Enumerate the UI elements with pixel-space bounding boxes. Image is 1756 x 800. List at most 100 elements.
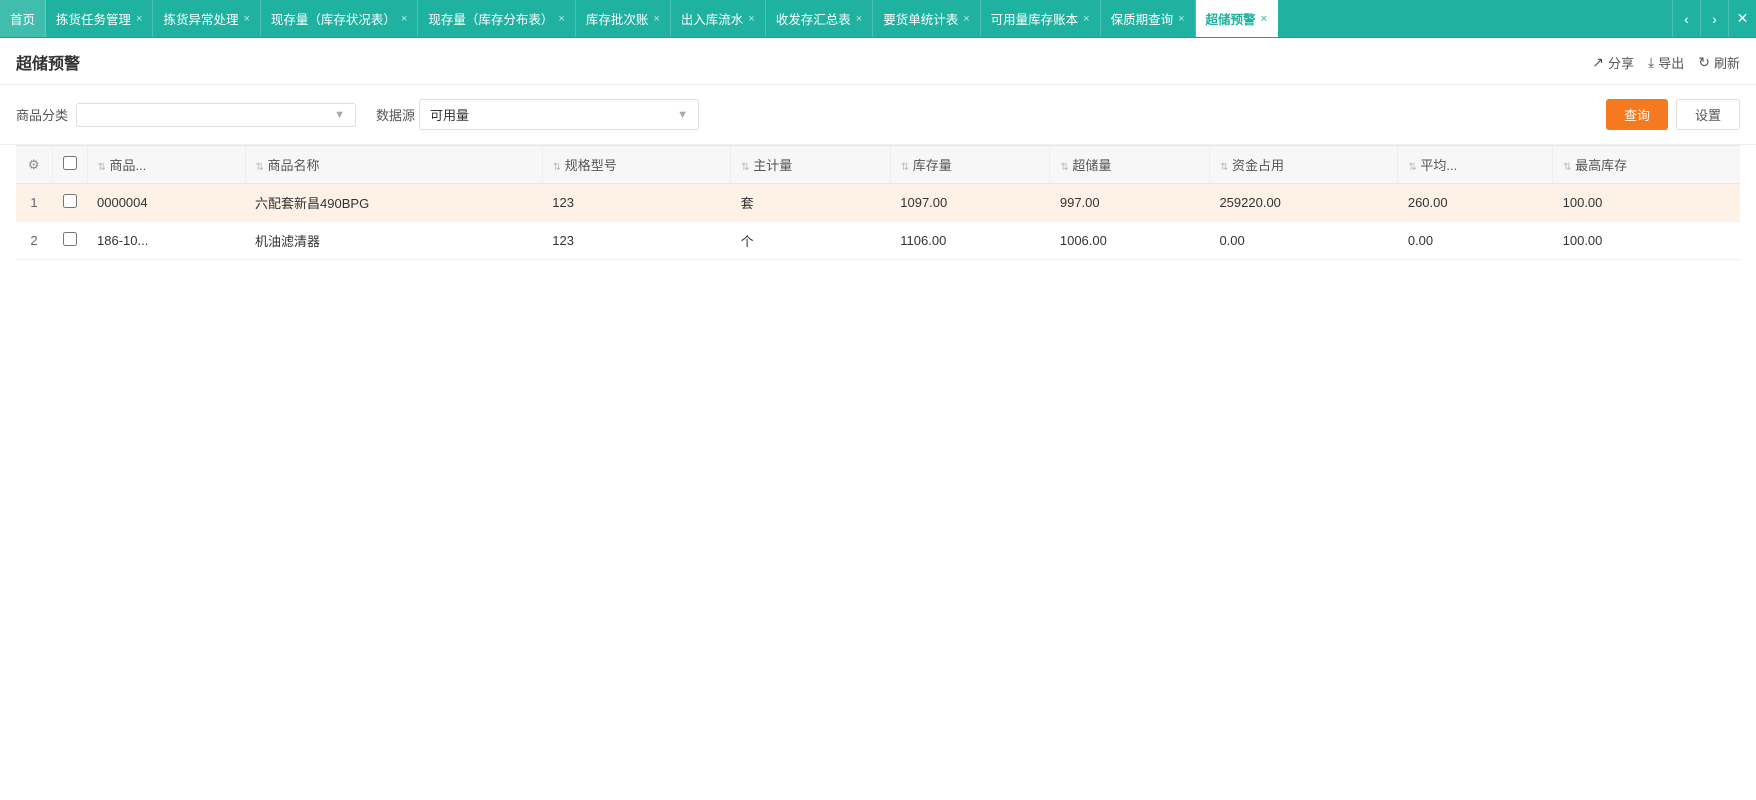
query-button[interactable]: 查询 <box>1606 99 1668 130</box>
sort-icon-over: ⇅ <box>1060 162 1068 173</box>
share-icon: ↗ <box>1592 54 1604 71</box>
datasource-select[interactable]: 可用量 ▼ <box>419 99 699 130</box>
close-icon-task[interactable]: × <box>136 13 142 25</box>
col-gear: ⚙ <box>16 146 52 184</box>
export-button[interactable]: ⤓ 导出 <box>1648 53 1684 72</box>
row-spec-1: 123 <box>542 222 730 260</box>
row-avg-0: 260.00 <box>1398 184 1553 222</box>
row-checkbox-1[interactable] <box>63 232 77 246</box>
row-spec-0: 123 <box>542 184 730 222</box>
share-button[interactable]: ↗ 分享 <box>1592 53 1634 72</box>
close-icon-available[interactable]: × <box>1083 13 1089 25</box>
col-avg: ⇅ 平均... <box>1398 146 1553 184</box>
nav-prev-button[interactable]: ‹ <box>1672 0 1700 37</box>
close-icon-stock-status[interactable]: × <box>401 13 407 25</box>
col-checkbox <box>52 146 87 184</box>
row-checkbox-cell-0 <box>52 184 87 222</box>
select-all-checkbox[interactable] <box>63 156 77 170</box>
nav-item-task[interactable]: 拣货任务管理 × <box>46 0 153 37</box>
nav-item-stock-status[interactable]: 现存量（库存状况表） × <box>261 0 418 37</box>
nav-label-summary: 收发存汇总表 <box>776 9 851 28</box>
data-table: ⚙ ⇅ 商品... ⇅ 商品名称 ⇅ 规格型号 <box>16 145 1740 260</box>
top-navigation: 首页 拣货任务管理 × 拣货异常处理 × 现存量（库存状况表） × 现存量（库存… <box>0 0 1756 38</box>
row-checkbox-cell-1 <box>52 222 87 260</box>
nav-item-batch[interactable]: 库存批次账 × <box>576 0 671 37</box>
row-product-code-0: 0000004 <box>87 184 245 222</box>
sort-icon-spec: ⇅ <box>553 162 561 173</box>
close-icon-summary[interactable]: × <box>856 13 862 25</box>
table-header-row: ⚙ ⇅ 商品... ⇅ 商品名称 ⇅ 规格型号 <box>16 146 1740 184</box>
nav-item-stock-dist[interactable]: 现存量（库存分布表） × <box>418 0 575 37</box>
export-label: 导出 <box>1658 53 1684 72</box>
nav-close-button[interactable]: ✕ <box>1728 0 1756 37</box>
close-icon-requisition[interactable]: × <box>963 13 969 25</box>
nav-label-requisition: 要货单统计表 <box>883 9 958 28</box>
col-product-code-label: 商品... <box>110 158 147 173</box>
sort-icon-unit: ⇅ <box>741 162 749 173</box>
nav-item-summary[interactable]: 收发存汇总表 × <box>766 0 873 37</box>
row-max-stock-1: 100.00 <box>1553 222 1740 260</box>
export-icon: ⤓ <box>1648 54 1654 71</box>
row-product-name-1: 机油滤清器 <box>245 222 542 260</box>
row-stock-0: 1097.00 <box>890 184 1050 222</box>
nav-label-expiry: 保质期查询 <box>1111 9 1174 28</box>
datasource-value: 可用量 <box>430 105 469 124</box>
datasource-filter: 数据源 可用量 ▼ <box>376 99 699 130</box>
close-icon-inout[interactable]: × <box>748 13 754 25</box>
col-avg-label: 平均... <box>1420 158 1457 173</box>
filter-buttons: 查询 设置 <box>1606 99 1740 130</box>
row-stock-1: 1106.00 <box>890 222 1050 260</box>
row-over-stock-1: 1006.00 <box>1050 222 1210 260</box>
nav-item-available[interactable]: 可用量库存账本 × <box>981 0 1101 37</box>
table-row: 1 0000004 六配套新昌490BPG 123 套 1097.00 997.… <box>16 184 1740 222</box>
row-unit-0: 套 <box>731 184 891 222</box>
table-body: 1 0000004 六配套新昌490BPG 123 套 1097.00 997.… <box>16 184 1740 260</box>
row-product-code-1: 186-10... <box>87 222 245 260</box>
product-category-label: 商品分类 <box>16 105 68 124</box>
row-num-0: 1 <box>16 184 52 222</box>
row-product-name-0: 六配套新昌490BPG <box>245 184 542 222</box>
col-max-stock-label: 最高库存 <box>1575 158 1627 173</box>
col-unit: ⇅ 主计量 <box>731 146 891 184</box>
nav-label-stock-dist: 现存量（库存分布表） <box>428 9 553 28</box>
col-stock: ⇅ 库存量 <box>890 146 1050 184</box>
nav-label-task: 拣货任务管理 <box>56 9 131 28</box>
row-over-stock-0: 997.00 <box>1050 184 1210 222</box>
table-row: 2 186-10... 机油滤清器 123 个 1106.00 1006.00 … <box>16 222 1740 260</box>
nav-item-home[interactable]: 首页 <box>0 0 46 37</box>
sort-icon-capital: ⇅ <box>1220 162 1228 173</box>
row-checkbox-0[interactable] <box>63 194 77 208</box>
close-icon-batch[interactable]: × <box>653 13 659 25</box>
table-container: ⚙ ⇅ 商品... ⇅ 商品名称 ⇅ 规格型号 <box>0 145 1756 260</box>
close-icon-stock-dist[interactable]: × <box>558 13 564 25</box>
nav-next-button[interactable]: › <box>1700 0 1728 37</box>
settings-button[interactable]: 设置 <box>1676 99 1740 130</box>
refresh-button[interactable]: ↻ 刷新 <box>1698 53 1740 72</box>
nav-label-exception: 拣货异常处理 <box>163 9 238 28</box>
nav-label-home: 首页 <box>10 9 35 28</box>
product-category-select[interactable]: ▼ <box>76 103 356 127</box>
close-icon-overstock[interactable]: × <box>1261 13 1267 25</box>
gear-icon[interactable]: ⚙ <box>28 157 40 172</box>
nav-item-expiry[interactable]: 保质期查询 × <box>1101 0 1196 37</box>
nav-label-overstock: 超储预警 <box>1206 9 1256 28</box>
close-icon-exception[interactable]: × <box>243 13 249 25</box>
nav-item-inout[interactable]: 出入库流水 × <box>671 0 766 37</box>
datasource-label: 数据源 <box>376 105 415 124</box>
nav-item-requisition[interactable]: 要货单统计表 × <box>873 0 980 37</box>
col-spec: ⇅ 规格型号 <box>542 146 730 184</box>
col-product-name-label: 商品名称 <box>268 158 320 173</box>
row-avg-1: 0.00 <box>1398 222 1553 260</box>
sort-icon-max: ⇅ <box>1563 162 1571 173</box>
filter-area: 商品分类 ▼ 数据源 可用量 ▼ 查询 设置 <box>0 85 1756 145</box>
col-over-stock: ⇅ 超储量 <box>1050 146 1210 184</box>
nav-item-exception[interactable]: 拣货异常处理 × <box>153 0 260 37</box>
nav-label-inout: 出入库流水 <box>681 9 744 28</box>
col-unit-label: 主计量 <box>753 158 792 173</box>
refresh-label: 刷新 <box>1714 53 1740 72</box>
close-icon-expiry[interactable]: × <box>1178 13 1184 25</box>
row-capital-1: 0.00 <box>1209 222 1397 260</box>
col-product-name: ⇅ 商品名称 <box>245 146 542 184</box>
nav-arrows: ‹ › ✕ <box>1672 0 1756 37</box>
nav-item-overstock[interactable]: 超储预警 × <box>1196 0 1278 37</box>
